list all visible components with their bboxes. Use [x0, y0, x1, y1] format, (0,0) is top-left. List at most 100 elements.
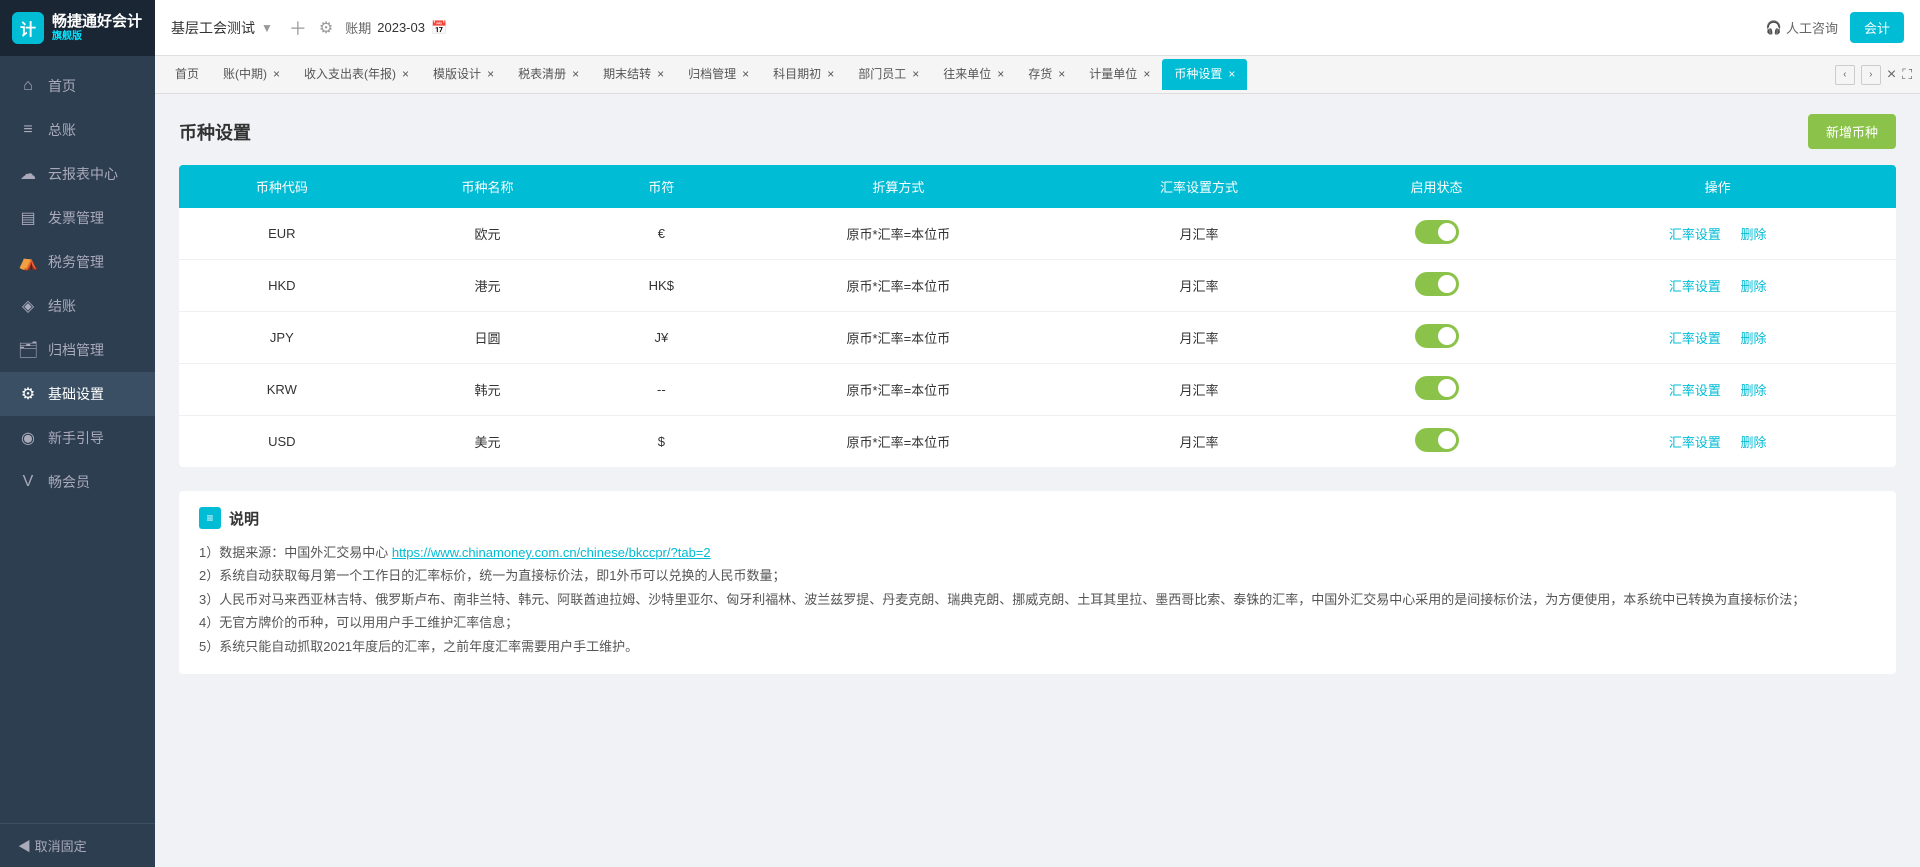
tab-period-transfer[interactable]: 期末结转 × [591, 59, 676, 90]
unpin-button[interactable]: ◀ 取消固定 [0, 823, 155, 867]
cell-actions: 汇率设置 删除 [1539, 208, 1896, 260]
tab-currency[interactable]: 币种设置 × [1162, 59, 1247, 90]
tab-close-icon[interactable]: × [742, 68, 749, 80]
tab-inventory[interactable]: 存货 × [1016, 59, 1077, 90]
main-area: 基层工会测试 ▼ ＋ ⚙ 账期 2023-03 📅 🎧 人工咨询 会计 首页 账… [155, 0, 1920, 867]
cell-calc: 原币*汇率=本位币 [732, 312, 1064, 364]
archive-icon: 🗂 [18, 340, 38, 360]
cell-status [1334, 260, 1540, 312]
sidebar-item-checkout[interactable]: ◈ 结账 [0, 284, 155, 328]
table-row: EUR 欧元 € 原币*汇率=本位币 月汇率 汇率设置 删除 [179, 208, 1896, 260]
tab-tax-table[interactable]: 税表清册 × [506, 59, 591, 90]
cell-calc: 原币*汇率=本位币 [732, 364, 1064, 416]
tab-template[interactable]: 模版设计 × [421, 59, 506, 90]
tab-close-icon[interactable]: × [1228, 68, 1235, 80]
rate-setting-link[interactable]: 汇率设置 [1669, 383, 1721, 398]
delete-link[interactable]: 删除 [1741, 383, 1767, 398]
tab-next-button[interactable]: › [1861, 65, 1881, 85]
rate-setting-link[interactable]: 汇率设置 [1669, 331, 1721, 346]
sidebar-item-home[interactable]: ⌂ 首页 [0, 64, 155, 108]
tab-close-icon[interactable]: × [657, 68, 664, 80]
tab-controls: ‹ › × ⛶ [1835, 65, 1912, 85]
cell-symbol: € [590, 208, 732, 260]
tab-home[interactable]: 首页 [163, 59, 211, 90]
page-content: 币种设置 新增币种 币种代码 币种名称 币符 折算方式 汇率设置方式 启用状态 … [155, 94, 1920, 867]
tab-close-icon[interactable]: × [827, 68, 834, 80]
topbar: 基层工会测试 ▼ ＋ ⚙ 账期 2023-03 📅 🎧 人工咨询 会计 [155, 0, 1920, 56]
tab-department[interactable]: 部门员工 × [846, 59, 931, 90]
company-selector[interactable]: 基层工会测试 ▼ [171, 18, 273, 38]
tab-income-report[interactable]: 收入支出表(年报) × [292, 59, 421, 90]
sidebar-item-cloud-report[interactable]: ☁ 云报表中心 [0, 152, 155, 196]
note-item: 5）系统只能自动抓取2021年度后的汇率，之前年度汇率需要用户手工维护。 [199, 635, 1876, 658]
tab-close-all-button[interactable]: × [1887, 66, 1896, 84]
guide-icon: ◉ [18, 428, 38, 448]
sidebar-item-guide[interactable]: ◉ 新手引导 [0, 416, 155, 460]
status-toggle[interactable] [1415, 272, 1459, 296]
cell-rate-type: 月汇率 [1064, 260, 1333, 312]
user-role-button[interactable]: 会计 [1850, 12, 1904, 43]
tab-close-icon[interactable]: × [912, 68, 919, 80]
table-header-row: 币种代码 币种名称 币符 折算方式 汇率设置方式 启用状态 操作 [179, 165, 1896, 208]
add-currency-button[interactable]: 新增币种 [1808, 114, 1896, 149]
note-item: 4）无官方牌价的币种，可以用用户手工维护汇率信息； [199, 611, 1876, 634]
delete-link[interactable]: 删除 [1741, 227, 1767, 242]
rate-setting-link[interactable]: 汇率设置 [1669, 227, 1721, 242]
status-toggle[interactable] [1415, 220, 1459, 244]
cell-name: 美元 [385, 416, 591, 468]
tab-close-icon[interactable]: × [1143, 68, 1150, 80]
status-toggle[interactable] [1415, 428, 1459, 452]
sidebar-item-label: 云报表中心 [48, 164, 118, 184]
tab-close-icon[interactable]: × [1058, 68, 1065, 80]
sidebar-item-archive[interactable]: 🗂 归档管理 [0, 328, 155, 372]
calendar-icon[interactable]: 📅 [431, 20, 447, 36]
tab-period[interactable]: 账(中期) × [211, 59, 292, 90]
app-logo: 计 畅捷通好会计 旗舰版 [0, 0, 155, 56]
page-header: 币种设置 新增币种 [179, 114, 1896, 149]
china-money-link[interactable]: https://www.chinamoney.com.cn/chinese/bk… [392, 545, 711, 560]
period-label: 账期 [345, 18, 371, 37]
cell-status [1334, 312, 1540, 364]
delete-link[interactable]: 删除 [1741, 279, 1767, 294]
tab-maximize-button[interactable]: ⛶ [1902, 66, 1912, 83]
delete-link[interactable]: 删除 [1741, 331, 1767, 346]
period-display: 账期 2023-03 📅 [345, 18, 447, 37]
support-button[interactable]: 🎧 人工咨询 [1766, 18, 1838, 37]
status-toggle[interactable] [1415, 376, 1459, 400]
rate-setting-link[interactable]: 汇率设置 [1669, 435, 1721, 450]
sidebar-item-member[interactable]: V 畅会员 [0, 460, 155, 504]
cell-symbol: -- [590, 364, 732, 416]
support-label: 人工咨询 [1786, 18, 1838, 37]
cell-name: 港元 [385, 260, 591, 312]
cell-rate-type: 月汇率 [1064, 364, 1333, 416]
topbar-right: 🎧 人工咨询 会计 [1766, 12, 1904, 43]
tab-contacts[interactable]: 往来单位 × [931, 59, 1016, 90]
cell-rate-type: 月汇率 [1064, 208, 1333, 260]
workspace-settings-icon[interactable]: ⚙ [319, 18, 333, 38]
sidebar-item-label: 首页 [48, 76, 76, 96]
sidebar-item-invoice[interactable]: ▤ 发票管理 [0, 196, 155, 240]
note-item: 2）系统自动获取每月第一个工作日的汇率标价，统一为直接标价法，即1外币可以兑换的… [199, 564, 1876, 587]
cell-rate-type: 月汇率 [1064, 416, 1333, 468]
tab-archive[interactable]: 归档管理 × [676, 59, 761, 90]
tab-close-icon[interactable]: × [273, 68, 280, 80]
delete-link[interactable]: 删除 [1741, 435, 1767, 450]
tab-close-icon[interactable]: × [487, 68, 494, 80]
sidebar-item-settings[interactable]: ⚙ 基础设置 [0, 372, 155, 416]
tab-subject-init[interactable]: 科目期初 × [761, 59, 846, 90]
sidebar-item-label: 归档管理 [48, 340, 104, 360]
tab-close-icon[interactable]: × [572, 68, 579, 80]
tab-prev-button[interactable]: ‹ [1835, 65, 1855, 85]
cell-code: HKD [179, 260, 385, 312]
table-row: USD 美元 $ 原币*汇率=本位币 月汇率 汇率设置 删除 [179, 416, 1896, 468]
cell-actions: 汇率设置 删除 [1539, 364, 1896, 416]
tab-close-icon[interactable]: × [997, 68, 1004, 80]
cell-rate-type: 月汇率 [1064, 312, 1333, 364]
status-toggle[interactable] [1415, 324, 1459, 348]
rate-setting-link[interactable]: 汇率设置 [1669, 279, 1721, 294]
tab-close-icon[interactable]: × [402, 68, 409, 80]
tab-measurement[interactable]: 计量单位 × [1077, 59, 1162, 90]
sidebar-item-tax[interactable]: ⛺ 税务管理 [0, 240, 155, 284]
add-tab-button[interactable]: ＋ [289, 15, 307, 41]
sidebar-item-ledger[interactable]: ≡ 总账 [0, 108, 155, 152]
